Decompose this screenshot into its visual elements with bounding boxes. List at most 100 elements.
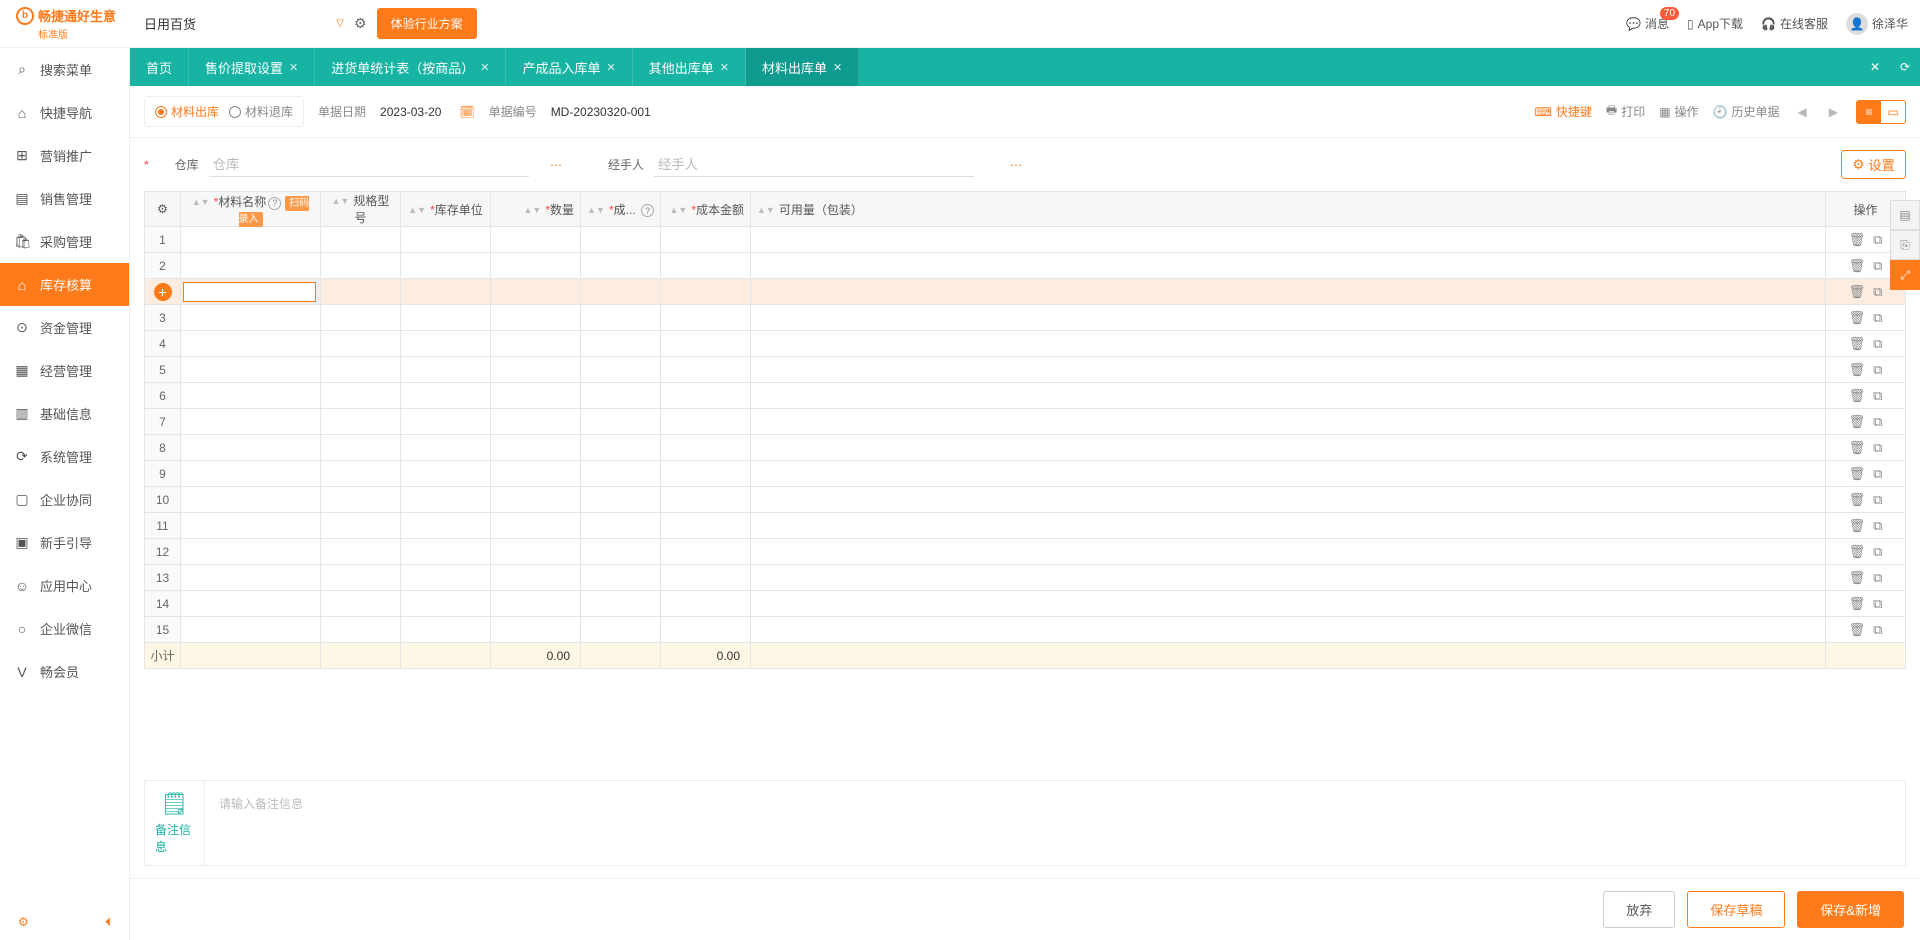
- row-copy-icon[interactable]: ⧉: [1869, 336, 1886, 351]
- tab-close-icon[interactable]: ✕: [607, 61, 616, 74]
- radio-material-out[interactable]: 材料出库: [155, 103, 219, 120]
- tab-close-all-button[interactable]: ✕: [1860, 60, 1890, 74]
- col-avail[interactable]: ▲▼可用量（包装）: [751, 192, 1826, 227]
- row-delete-icon[interactable]: 🗑: [1845, 622, 1870, 637]
- float-expand-button[interactable]: ⤢: [1890, 260, 1920, 290]
- row-copy-icon[interactable]: ⧉: [1869, 544, 1886, 559]
- row-delete-icon[interactable]: 🗑: [1845, 336, 1870, 351]
- remarks-input[interactable]: [205, 781, 1905, 853]
- sidebar-item[interactable]: ☺应用中心: [0, 564, 129, 607]
- help-icon[interactable]: ?: [641, 204, 654, 217]
- tab-close-icon[interactable]: ✕: [720, 61, 729, 74]
- material-name-input[interactable]: [183, 282, 316, 302]
- sidebar-item[interactable]: ▢企业协同: [0, 478, 129, 521]
- sidebar-item[interactable]: 🛍采购管理: [0, 220, 129, 263]
- customer-service-button[interactable]: 🎧在线客服: [1761, 15, 1828, 32]
- discard-button[interactable]: 放弃: [1603, 891, 1675, 928]
- save-new-button[interactable]: 保存&新增: [1797, 891, 1904, 928]
- sidebar-item[interactable]: ▣新手引导: [0, 521, 129, 564]
- doc-date-value[interactable]: 2023-03-20: [380, 105, 441, 119]
- sidebar-item[interactable]: ⌂库存核算: [0, 263, 129, 306]
- tab[interactable]: 进货单统计表（按商品）✕: [315, 48, 506, 86]
- row-delete-icon[interactable]: 🗑: [1845, 362, 1870, 377]
- row-copy-icon[interactable]: ⧉: [1869, 414, 1886, 429]
- col-name[interactable]: ▲▼*材料名称?扫码录入: [181, 192, 321, 227]
- row-delete-icon[interactable]: 🗑: [1845, 284, 1870, 299]
- settings-icon[interactable]: ⚙: [18, 915, 29, 930]
- tab-close-icon[interactable]: ✕: [289, 61, 298, 74]
- col-amount[interactable]: ▲▼*成本金额: [661, 192, 751, 227]
- row-delete-icon[interactable]: 🗑: [1845, 258, 1870, 273]
- add-row-button[interactable]: +: [154, 283, 172, 301]
- float-link-button[interactable]: ⎘: [1890, 230, 1920, 260]
- row-delete-icon[interactable]: 🗑: [1845, 466, 1870, 481]
- col-cost[interactable]: ▲▼*成... ?: [581, 192, 661, 227]
- warehouse-picker-icon[interactable]: ⋯: [550, 158, 562, 172]
- shortcut-button[interactable]: ⌨快捷键: [1535, 103, 1592, 120]
- tab-close-icon[interactable]: ✕: [480, 61, 489, 74]
- row-delete-icon[interactable]: 🗑: [1845, 440, 1870, 455]
- row-copy-icon[interactable]: ⧉: [1869, 466, 1886, 481]
- row-delete-icon[interactable]: 🗑: [1845, 518, 1870, 533]
- row-delete-icon[interactable]: 🗑: [1845, 232, 1870, 247]
- row-copy-icon[interactable]: ⧉: [1869, 310, 1886, 325]
- next-doc-button[interactable]: ▶: [1825, 105, 1842, 119]
- handler-input[interactable]: [654, 153, 974, 177]
- save-draft-button[interactable]: 保存草稿: [1687, 891, 1785, 928]
- row-copy-icon[interactable]: ⧉: [1869, 596, 1886, 611]
- sidebar-item[interactable]: ⌂快捷导航: [0, 91, 129, 134]
- prev-doc-button[interactable]: ◀: [1794, 105, 1811, 119]
- row-copy-icon[interactable]: ⧉: [1869, 284, 1886, 299]
- row-delete-icon[interactable]: 🗑: [1845, 388, 1870, 403]
- radio-material-return[interactable]: 材料退库: [229, 103, 293, 120]
- row-copy-icon[interactable]: ⧉: [1869, 518, 1886, 533]
- float-note-button[interactable]: ▤: [1890, 200, 1920, 230]
- sidebar-item[interactable]: ○企业微信: [0, 607, 129, 650]
- row-delete-icon[interactable]: 🗑: [1845, 310, 1870, 325]
- tab-close-icon[interactable]: ✕: [833, 61, 842, 74]
- tab[interactable]: 材料出库单✕: [746, 48, 859, 86]
- row-delete-icon[interactable]: 🗑: [1845, 414, 1870, 429]
- tab[interactable]: 其他出库单✕: [633, 48, 746, 86]
- row-copy-icon[interactable]: ⧉: [1869, 232, 1886, 247]
- tab[interactable]: 首页: [130, 48, 189, 86]
- sidebar-item[interactable]: ▥基础信息: [0, 392, 129, 435]
- tab-refresh-button[interactable]: ⟳: [1890, 60, 1920, 74]
- sidebar-item[interactable]: ⊞营销推广: [0, 134, 129, 177]
- row-delete-icon[interactable]: 🗑: [1845, 492, 1870, 507]
- row-copy-icon[interactable]: ⧉: [1869, 622, 1886, 637]
- row-delete-icon[interactable]: 🗑: [1845, 570, 1870, 585]
- messages-button[interactable]: 💬 消息 70: [1626, 15, 1669, 32]
- col-gear[interactable]: ⚙: [145, 192, 181, 227]
- row-copy-icon[interactable]: ⧉: [1869, 440, 1886, 455]
- row-copy-icon[interactable]: ⧉: [1869, 362, 1886, 377]
- print-button[interactable]: 🖶打印: [1606, 101, 1645, 122]
- tab[interactable]: 售价提取设置✕: [189, 48, 315, 86]
- sidebar-item[interactable]: ▤销售管理: [0, 177, 129, 220]
- row-delete-icon[interactable]: 🗑: [1845, 596, 1870, 611]
- industry-cta-button[interactable]: 体验行业方案: [377, 8, 477, 39]
- col-spec[interactable]: ▲▼规格型号: [321, 192, 401, 227]
- row-copy-icon[interactable]: ⧉: [1869, 258, 1886, 273]
- row-copy-icon[interactable]: ⧉: [1869, 570, 1886, 585]
- sidebar-item[interactable]: ⊙资金管理: [0, 306, 129, 349]
- collapse-icon[interactable]: ⏴: [105, 915, 111, 930]
- settings-button[interactable]: ⚙设置: [1841, 150, 1906, 179]
- calendar-icon[interactable]: 🗓: [459, 105, 474, 119]
- tab[interactable]: 产成品入库单✕: [506, 48, 632, 86]
- gear-icon[interactable]: ⚙: [354, 15, 367, 32]
- sidebar-item[interactable]: V畅会员: [0, 650, 129, 693]
- handler-picker-icon[interactable]: ⋯: [1010, 158, 1022, 172]
- col-qty[interactable]: ▲▼*数量: [491, 192, 581, 227]
- sidebar-item[interactable]: ⌕搜索菜单: [0, 48, 129, 91]
- warehouse-input[interactable]: [209, 153, 529, 177]
- view-list-button[interactable]: ≡: [1857, 101, 1881, 123]
- row-delete-icon[interactable]: 🗑: [1845, 544, 1870, 559]
- sidebar-item[interactable]: ⟳系统管理: [0, 435, 129, 478]
- help-icon[interactable]: ?: [268, 197, 281, 210]
- sidebar-item[interactable]: ▦经营管理: [0, 349, 129, 392]
- row-copy-icon[interactable]: ⧉: [1869, 388, 1886, 403]
- app-download-button[interactable]: ▯App下载: [1687, 15, 1743, 32]
- history-button[interactable]: 🕘历史单据: [1713, 103, 1780, 120]
- business-selector[interactable]: 日用百货 ▽: [144, 14, 344, 33]
